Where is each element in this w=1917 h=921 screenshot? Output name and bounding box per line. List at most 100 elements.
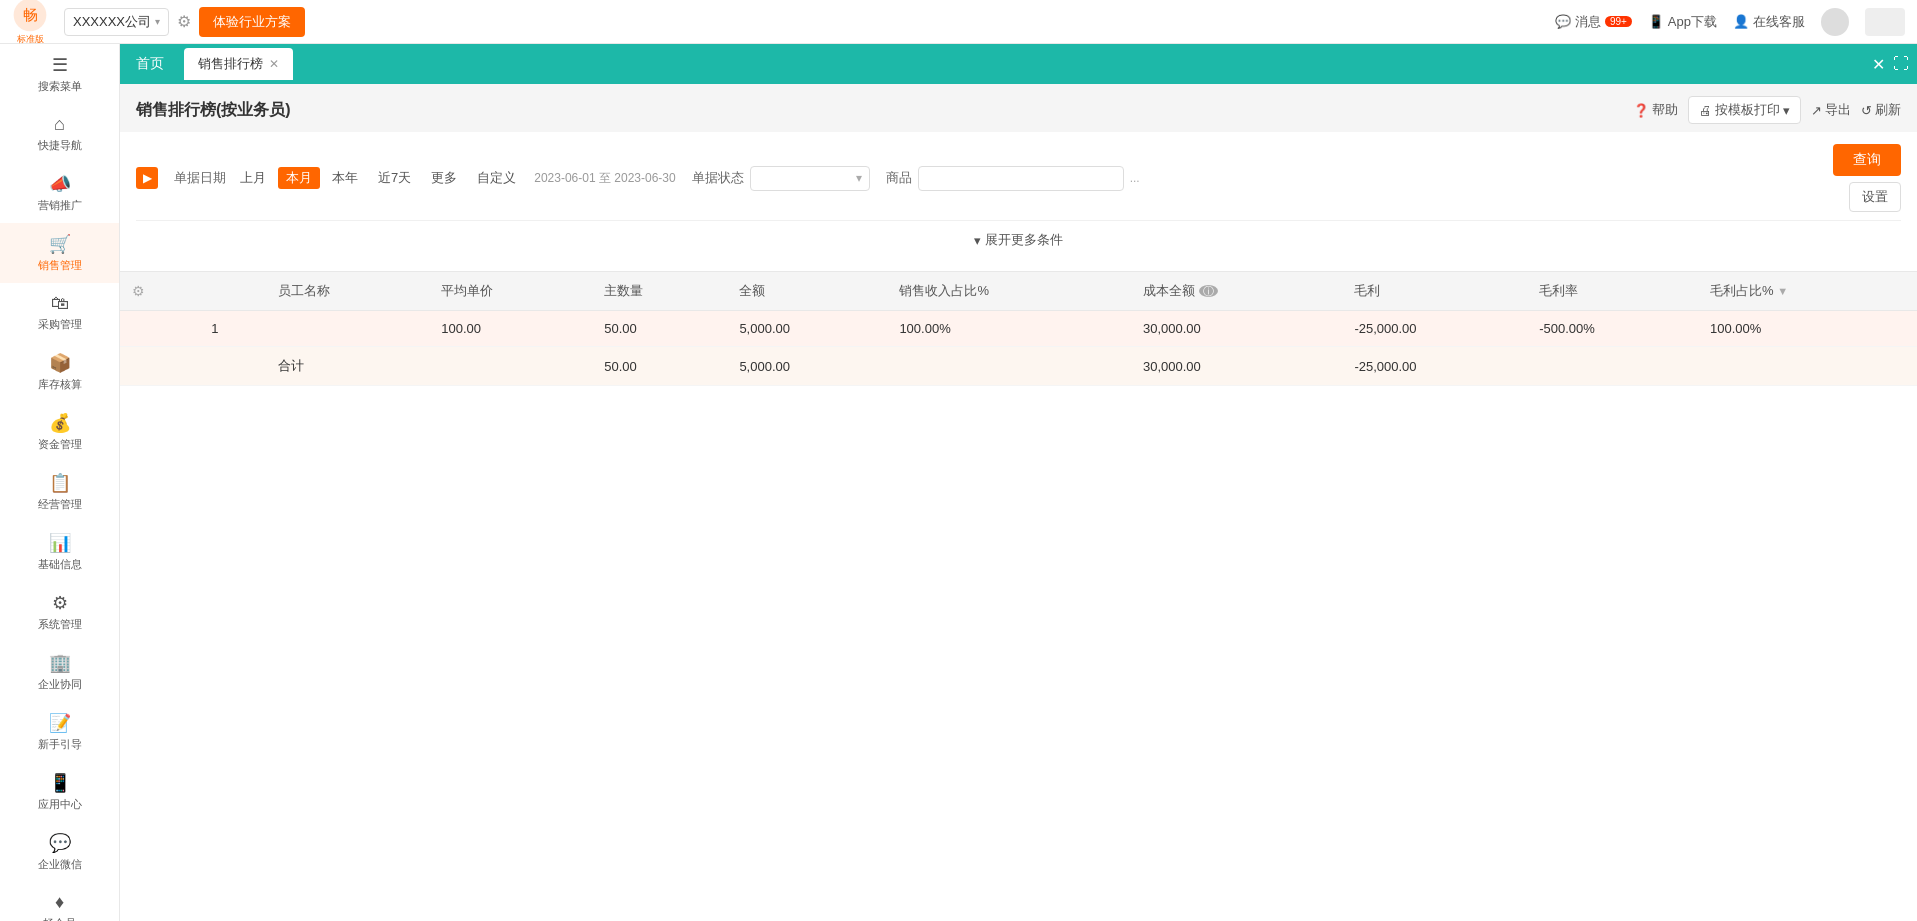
date-tab-custom[interactable]: 自定义 xyxy=(469,167,524,189)
app-download-button[interactable]: 📱 App下载 xyxy=(1648,13,1717,31)
maximize-button[interactable]: ⛶ xyxy=(1893,55,1909,73)
trial-button[interactable]: 体验行业方案 xyxy=(199,7,305,37)
sidebar-item-system[interactable]: ⚙ 系统管理 xyxy=(0,582,119,642)
sidebar-item-inventory[interactable]: 📦 库存核算 xyxy=(0,342,119,402)
sidebar-item-enterprise[interactable]: 🏢 企业协同 xyxy=(0,642,119,702)
date-tab-this-month[interactable]: 本月 xyxy=(278,167,320,189)
col-profit-rate: 毛利率 xyxy=(1527,272,1698,311)
app-center-icon: 📱 xyxy=(49,772,71,794)
col-cost: 成本全额 ⓘ xyxy=(1131,272,1343,311)
footer-profit-ratio xyxy=(1698,347,1917,386)
query-button[interactable]: 查询 xyxy=(1833,144,1901,176)
system-label: 系统管理 xyxy=(38,617,82,632)
expand-filter-button[interactable]: ▾ 展开更多条件 xyxy=(966,227,1071,253)
marketing-label: 营销推广 xyxy=(38,198,82,213)
row-sales-ratio: 100.00% xyxy=(887,311,1131,347)
guide-label: 新手引导 xyxy=(38,737,82,752)
sidebar-item-search-order[interactable]: ☰ 搜索菜单 xyxy=(0,44,119,104)
date-tab-more[interactable]: 更多 xyxy=(423,167,465,189)
status-select[interactable] xyxy=(750,166,870,191)
marketing-icon: 📣 xyxy=(49,173,71,195)
export-button[interactable]: ↗ 导出 xyxy=(1811,101,1851,119)
date-filter-label: 单据日期 xyxy=(174,169,226,187)
row-profit-rate: -500.00% xyxy=(1527,311,1698,347)
export-icon: ↗ xyxy=(1811,103,1822,118)
col-settings: ⚙ xyxy=(120,272,199,311)
purchase-label: 采购管理 xyxy=(38,317,82,332)
download-icon: 📱 xyxy=(1648,14,1664,29)
sidebar-item-finance[interactable]: 💰 资金管理 xyxy=(0,402,119,462)
date-tab-last-month[interactable]: 上月 xyxy=(232,167,274,189)
inventory-label: 库存核算 xyxy=(38,377,82,392)
footer-qty: 50.00 xyxy=(592,347,727,386)
close-tab-button[interactable]: ✕ xyxy=(1872,55,1885,74)
sidebar-item-purchase[interactable]: 🛍 采购管理 xyxy=(0,283,119,342)
tab-sales-ranking[interactable]: 销售排行榜 ✕ xyxy=(184,48,293,80)
help-button[interactable]: ❓ 帮助 xyxy=(1633,101,1678,119)
sidebar-item-quick-nav[interactable]: ⌂ 快捷导航 xyxy=(0,104,119,163)
goods-input[interactable] xyxy=(918,166,1124,191)
avatar[interactable] xyxy=(1821,8,1849,36)
table-header-row: ⚙ 员工名称 平均单价 主数量 全额 销售收入占比% 成本全额 ⓘ 毛利 xyxy=(120,272,1917,311)
footer-avg-price xyxy=(429,347,592,386)
row-employee-name xyxy=(266,311,429,347)
message-button[interactable]: 💬 消息 99+ xyxy=(1555,13,1632,31)
logo: 畅 标准版 xyxy=(12,0,48,46)
close-tab-icon[interactable]: ✕ xyxy=(269,57,279,71)
profit-ratio-info-icon: ▼ xyxy=(1777,285,1788,297)
column-settings-icon[interactable]: ⚙ xyxy=(132,283,145,299)
operations-label: 经营管理 xyxy=(38,497,82,512)
footer-cost: 30,000.00 xyxy=(1131,347,1343,386)
tab-home[interactable]: 首页 xyxy=(120,44,180,84)
message-icon: 💬 xyxy=(1555,14,1571,29)
goods-more-icon[interactable]: ... xyxy=(1130,171,1140,185)
basic-info-icon: 📊 xyxy=(49,532,71,554)
row-profit: -25,000.00 xyxy=(1342,311,1527,347)
purchase-icon: 🛍 xyxy=(51,293,69,314)
table-row: 1 100.00 50.00 5,000.00 100.00% 30,000.0… xyxy=(120,311,1917,347)
sidebar-item-app-center[interactable]: 📱 应用中心 xyxy=(0,762,119,822)
date-range-display: 2023-06-01 至 2023-06-30 xyxy=(534,170,675,187)
refresh-button[interactable]: ↺ 刷新 xyxy=(1861,101,1901,119)
row-cost: 30,000.00 xyxy=(1131,311,1343,347)
sidebar-item-member[interactable]: ♦ 畅会员 xyxy=(0,882,119,921)
user-name xyxy=(1865,8,1905,36)
status-filter-label: 单据状态 xyxy=(692,169,744,187)
sidebar-item-marketing[interactable]: 📣 营销推广 xyxy=(0,163,119,223)
sidebar-item-guide[interactable]: 📝 新手引导 xyxy=(0,702,119,762)
sidebar-item-wechat[interactable]: 💬 企业微信 xyxy=(0,822,119,882)
tab-sales-ranking-label: 销售排行榜 xyxy=(198,55,263,73)
data-table-wrap: ⚙ 员工名称 平均单价 主数量 全额 销售收入占比% 成本全额 ⓘ 毛利 xyxy=(120,272,1917,921)
page-header: 销售排行榜(按业务员) ❓ 帮助 🖨 按模板打印 ▾ xyxy=(120,84,1917,132)
date-tab-this-year[interactable]: 本年 xyxy=(324,167,366,189)
svg-text:畅: 畅 xyxy=(23,7,38,23)
app-download-label: App下载 xyxy=(1668,13,1717,31)
company-selector[interactable]: XXXXXX公司 ▾ xyxy=(64,8,169,36)
sales-icon: 🛒 xyxy=(49,233,71,255)
member-label: 畅会员 xyxy=(43,916,76,921)
goods-filter: 商品 ... xyxy=(886,166,1140,191)
col-profit-ratio: 毛利占比% ▼ xyxy=(1698,272,1917,311)
settings-button[interactable]: 设置 xyxy=(1849,182,1901,212)
date-filter: 单据日期 上月本月本年近7天更多自定义 2023-06-01 至 2023-06… xyxy=(174,167,676,189)
wechat-icon: 💬 xyxy=(49,832,71,854)
online-service-button[interactable]: 👤 在线客服 xyxy=(1733,13,1805,31)
company-settings-button[interactable]: ⚙ xyxy=(177,12,191,31)
print-button[interactable]: 🖨 按模板打印 ▾ xyxy=(1688,96,1801,124)
sidebar-item-sales[interactable]: 🛒 销售管理 xyxy=(0,223,119,283)
sidebar-item-basic-info[interactable]: 📊 基础信息 xyxy=(0,522,119,582)
sidebar-item-operations[interactable]: 📋 经营管理 xyxy=(0,462,119,522)
col-employee-name: 员工名称 xyxy=(266,272,429,311)
system-icon: ⚙ xyxy=(52,592,68,614)
col-sales-ratio: 销售收入占比% xyxy=(887,272,1131,311)
footer-settings xyxy=(120,347,199,386)
member-icon: ♦ xyxy=(55,892,64,913)
col-qty: 主数量 xyxy=(592,272,727,311)
col-amount: 全额 xyxy=(727,272,887,311)
footer-amount: 5,000.00 xyxy=(727,347,887,386)
filter-collapse-button[interactable]: ▶ xyxy=(136,167,158,189)
col-avg-price: 平均单价 xyxy=(429,272,592,311)
status-filter: 单据状态 xyxy=(692,166,870,191)
app-center-label: 应用中心 xyxy=(38,797,82,812)
date-tab-last-7-days[interactable]: 近7天 xyxy=(370,167,419,189)
